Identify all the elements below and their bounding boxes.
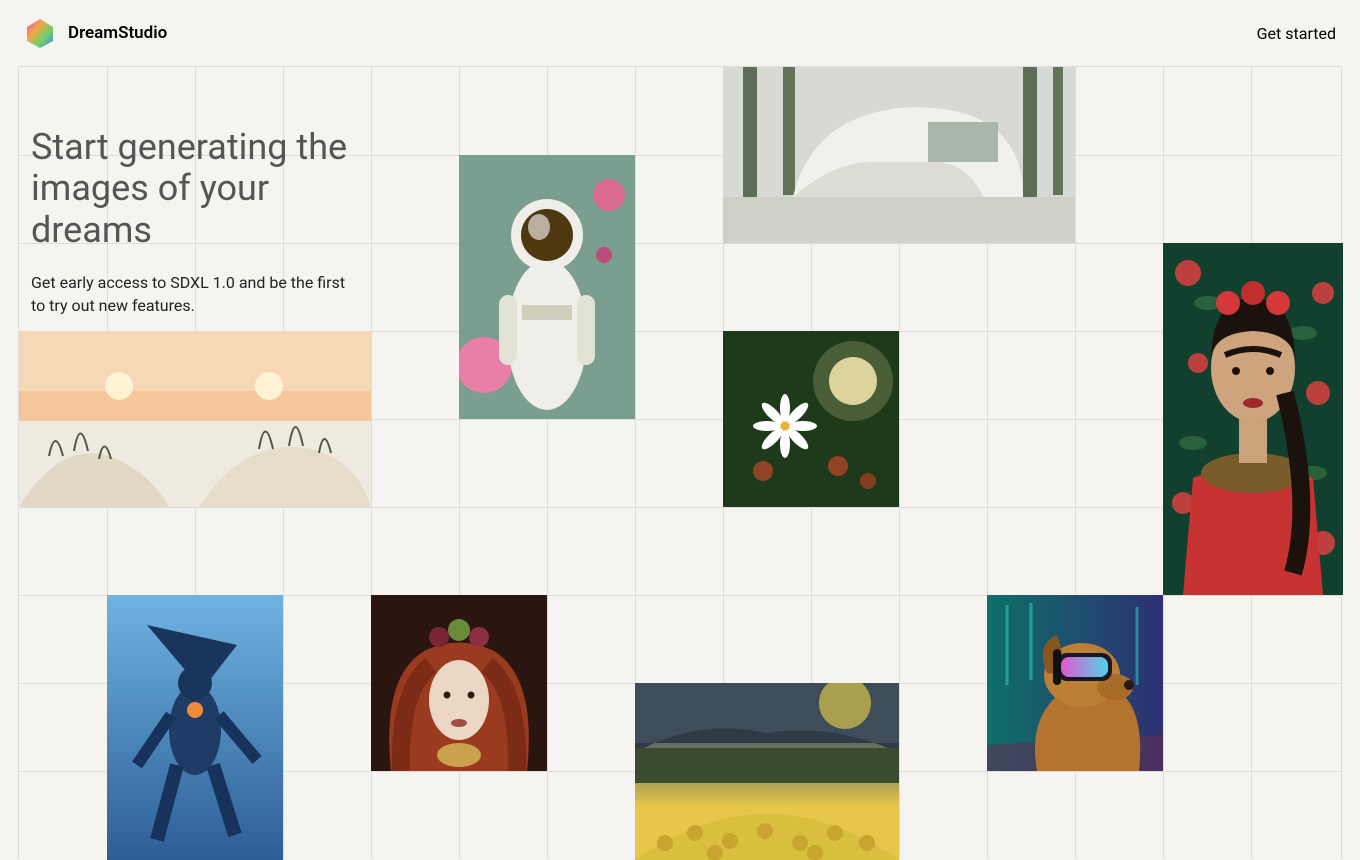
brand-block[interactable]: DreamStudio — [24, 17, 167, 49]
header: DreamStudio Get started — [0, 0, 1360, 66]
hero-title: Start generating the images of your drea… — [31, 127, 371, 251]
gallery-image-flowers[interactable] — [723, 331, 899, 507]
gallery-image-beach[interactable] — [19, 331, 371, 507]
gallery-image-field[interactable] — [635, 683, 899, 860]
hero-text: Start generating the images of your drea… — [31, 127, 371, 318]
hero-subtitle: Get early access to SDXL 1.0 and be the … — [31, 271, 351, 317]
gallery-image-redhead[interactable] — [371, 595, 547, 771]
gallery-image-robot[interactable] — [107, 595, 283, 860]
gallery-image-dog[interactable] — [987, 595, 1163, 771]
gallery-image-astronaut[interactable] — [459, 155, 635, 419]
get-started-link[interactable]: Get started — [1257, 24, 1336, 43]
gallery-image-frida[interactable] — [1163, 243, 1343, 595]
brand-name: DreamStudio — [68, 23, 167, 43]
gallery-image-architecture[interactable] — [723, 67, 1075, 243]
brand-logo-icon — [24, 17, 56, 49]
main-area: Start generating the images of your drea… — [18, 66, 1342, 859]
